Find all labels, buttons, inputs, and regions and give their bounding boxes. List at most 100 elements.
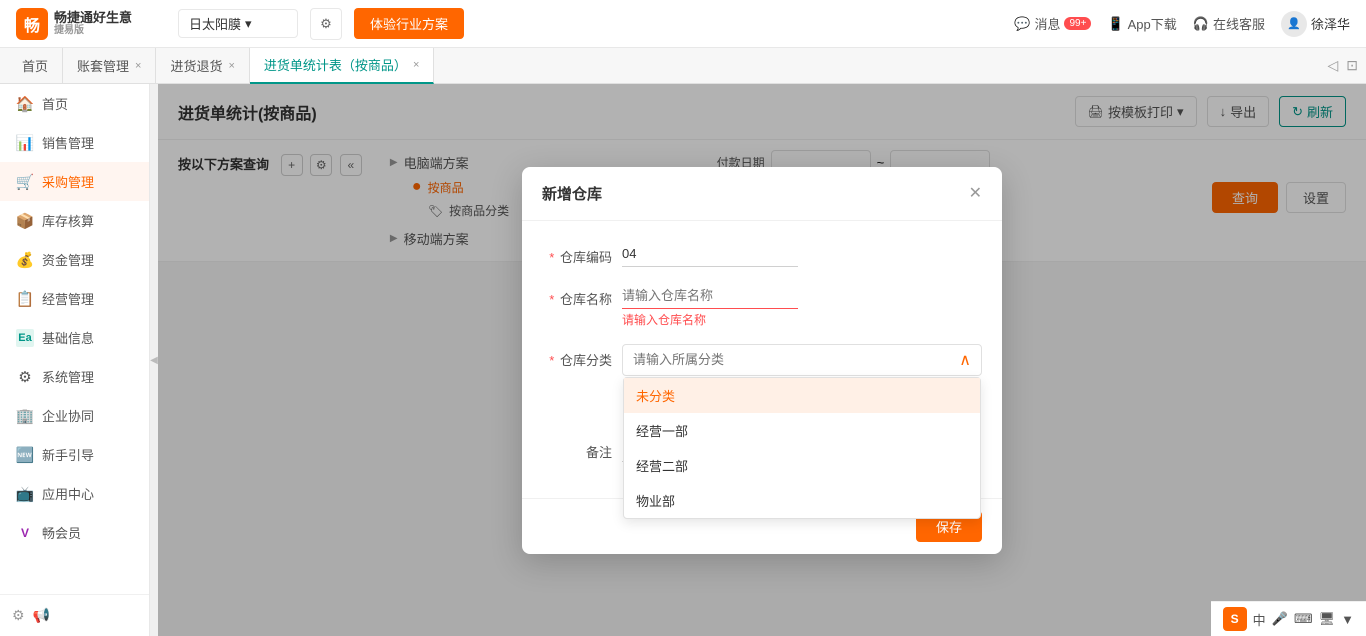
system-icon: ⚙	[16, 368, 34, 386]
code-input[interactable]	[622, 241, 798, 267]
content-area: 进货单统计(按商品) 🖨 按模板打印 ▾ ↓ 导出 ↻ 刷新	[158, 84, 1366, 636]
avatar: 👤	[1281, 11, 1307, 37]
logo-icon: 畅	[16, 8, 48, 40]
sidebar-item-guide[interactable]: 🆕 新手引导	[0, 435, 149, 474]
finance-icon: 💰	[16, 251, 34, 269]
sidebar-item-basic[interactable]: Ea 基础信息	[0, 318, 149, 357]
inventory-icon: 📦	[16, 212, 34, 230]
brand-main: 畅捷通好生意	[54, 10, 132, 26]
messages-item[interactable]: 💬 消息 99+	[1014, 14, 1091, 33]
speaker-icon[interactable]: 📢	[33, 607, 50, 624]
bottom-bar: S 中 🎤 ⌨ 🖥 ▼	[1211, 601, 1366, 636]
tab-purchase-stats-close[interactable]: ×	[413, 59, 419, 71]
dropdown-item-dept2[interactable]: 经营二部	[624, 448, 980, 483]
enterprise-icon: 🏢	[16, 407, 34, 425]
modal-header: 新增仓库 ✕	[522, 167, 1002, 221]
tab-expand-btn[interactable]: ⊡	[1346, 57, 1358, 74]
form-row-name: * 仓库名称 请输入仓库名称	[542, 283, 982, 328]
member-icon: V	[16, 524, 34, 542]
sales-icon: 📊	[16, 134, 34, 152]
sidebar-item-sales[interactable]: 📊 销售管理	[0, 123, 149, 162]
phone-icon: 📱	[1107, 16, 1123, 32]
dropdown-item-uncategorized[interactable]: 未分类	[624, 378, 980, 413]
sidebar-inventory-label: 库存核算	[42, 211, 94, 230]
modal-overlay[interactable]: 新增仓库 ✕ * 仓库编码	[158, 84, 1366, 636]
header-right: 💬 消息 99+ 📱 App下载 🎧 在线客服 👤 徐泽华	[1014, 11, 1350, 37]
logo-text: 畅捷通好生意 捷易版	[54, 10, 132, 38]
keyboard-icon[interactable]: ⌨	[1294, 611, 1313, 627]
app-download-label: App下载	[1128, 14, 1177, 33]
required-star: *	[549, 250, 554, 265]
gear-icon: ⚙	[320, 16, 332, 32]
message-icon: 💬	[1014, 16, 1030, 32]
online-service-label: 在线客服	[1213, 14, 1265, 33]
sidebar-item-home[interactable]: 🏠 首页	[0, 84, 149, 123]
tab-account-close[interactable]: ×	[135, 60, 141, 72]
sidebar-home-label: 首页	[42, 94, 68, 113]
chevron-down-icon: ▾	[245, 16, 252, 32]
category-input[interactable]	[633, 352, 959, 367]
tab-home-label: 首页	[22, 56, 48, 75]
dropdown-item-property[interactable]: 物业部	[624, 483, 980, 518]
form-row-category: * 仓库分类 ∧ 未分类 经营一部 经营二部 物业部	[542, 344, 982, 376]
sidebar-purchase-label: 采购管理	[42, 172, 94, 191]
collapse-icon[interactable]: ∧	[959, 350, 971, 370]
modal-body: * 仓库编码 * 仓库名称	[522, 221, 1002, 498]
sidebar-operations-label: 经营管理	[42, 289, 94, 308]
monitor-icon[interactable]: 🖥	[1319, 611, 1336, 627]
tab-actions: ◁ ⊡	[1327, 57, 1358, 74]
brand-sub: 捷易版	[54, 25, 132, 37]
sidebar-item-inventory[interactable]: 📦 库存核算	[0, 201, 149, 240]
main-layout: 🏠 首页 📊 销售管理 🛒 采购管理 📦 库存核算 💰 资金管理 📋 经营管理 …	[0, 84, 1366, 636]
apps-icon: 📺	[16, 485, 34, 503]
store-selector[interactable]: 日太阳膜 ▾	[178, 9, 298, 38]
tab-account[interactable]: 账套管理 ×	[63, 48, 156, 84]
sidebar-item-operations[interactable]: 📋 经营管理	[0, 279, 149, 318]
trial-button[interactable]: 体验行业方案	[354, 8, 464, 39]
sidebar-sales-label: 销售管理	[42, 133, 94, 152]
tab-account-label: 账套管理	[77, 56, 129, 75]
category-wrapper[interactable]: ∧ 未分类 经营一部 经营二部 物业部	[622, 344, 982, 376]
basic-icon: Ea	[16, 329, 34, 347]
sidebar-item-member[interactable]: V 畅会员	[0, 513, 149, 552]
sidebar-basic-label: 基础信息	[42, 328, 94, 347]
purchase-icon: 🛒	[16, 173, 34, 191]
sidebar-item-system[interactable]: ⚙ 系统管理	[0, 357, 149, 396]
sidebar-item-enterprise[interactable]: 🏢 企业协同	[0, 396, 149, 435]
online-service-item[interactable]: 🎧 在线客服	[1193, 14, 1265, 33]
mic-icon[interactable]: 🎤	[1272, 611, 1288, 627]
settings-bottom-icon[interactable]: ⚙	[12, 607, 25, 624]
modal-new-warehouse: 新增仓库 ✕ * 仓库编码	[522, 167, 1002, 554]
sidebar-apps-label: 应用中心	[42, 484, 94, 503]
gear-button[interactable]: ⚙	[310, 8, 342, 40]
tab-bar: 首页 账套管理 × 进货退货 × 进货单统计表（按商品） × ◁ ⊡	[0, 48, 1366, 84]
sidebar-collapse-handle[interactable]: ◀	[150, 84, 158, 636]
sidebar-item-apps[interactable]: 📺 应用中心	[0, 474, 149, 513]
app-download-item[interactable]: 📱 App下载	[1107, 14, 1176, 33]
user-area[interactable]: 👤 徐泽华	[1281, 11, 1350, 37]
tab-purchase-return[interactable]: 进货退货 ×	[156, 48, 249, 84]
guide-icon: 🆕	[16, 446, 34, 464]
sidebar: 🏠 首页 📊 销售管理 🛒 采购管理 📦 库存核算 💰 资金管理 📋 经营管理 …	[0, 84, 150, 636]
tab-purchase-return-close[interactable]: ×	[228, 60, 234, 72]
category-dropdown: 未分类 经营一部 经营二部 物业部	[623, 377, 981, 519]
dropdown-item-dept1[interactable]: 经营一部	[624, 413, 980, 448]
modal-close-button[interactable]: ✕	[969, 183, 982, 203]
modal-title: 新增仓库	[542, 183, 602, 204]
category-label: * 仓库分类	[542, 344, 622, 369]
tab-prev-btn[interactable]: ◁	[1327, 57, 1338, 74]
store-name: 日太阳膜	[189, 14, 241, 33]
tab-home[interactable]: 首页	[8, 48, 63, 84]
required-star3: *	[549, 353, 554, 368]
username: 徐泽华	[1311, 14, 1350, 33]
tab-purchase-stats-label: 进货单统计表（按商品）	[264, 55, 407, 74]
sidebar-system-label: 系统管理	[42, 367, 94, 386]
top-header: 畅 畅捷通好生意 捷易版 日太阳膜 ▾ ⚙ 体验行业方案 💬 消息 99+ 📱 …	[0, 0, 1366, 48]
lang-icon[interactable]: 中	[1253, 610, 1266, 629]
code-wrapper	[622, 241, 982, 267]
name-input[interactable]	[622, 283, 798, 309]
tab-purchase-stats[interactable]: 进货单统计表（按商品） ×	[250, 48, 434, 84]
sidebar-item-finance[interactable]: 💰 资金管理	[0, 240, 149, 279]
arrow-icon[interactable]: ▼	[1341, 612, 1354, 627]
sidebar-item-purchase[interactable]: 🛒 采购管理	[0, 162, 149, 201]
